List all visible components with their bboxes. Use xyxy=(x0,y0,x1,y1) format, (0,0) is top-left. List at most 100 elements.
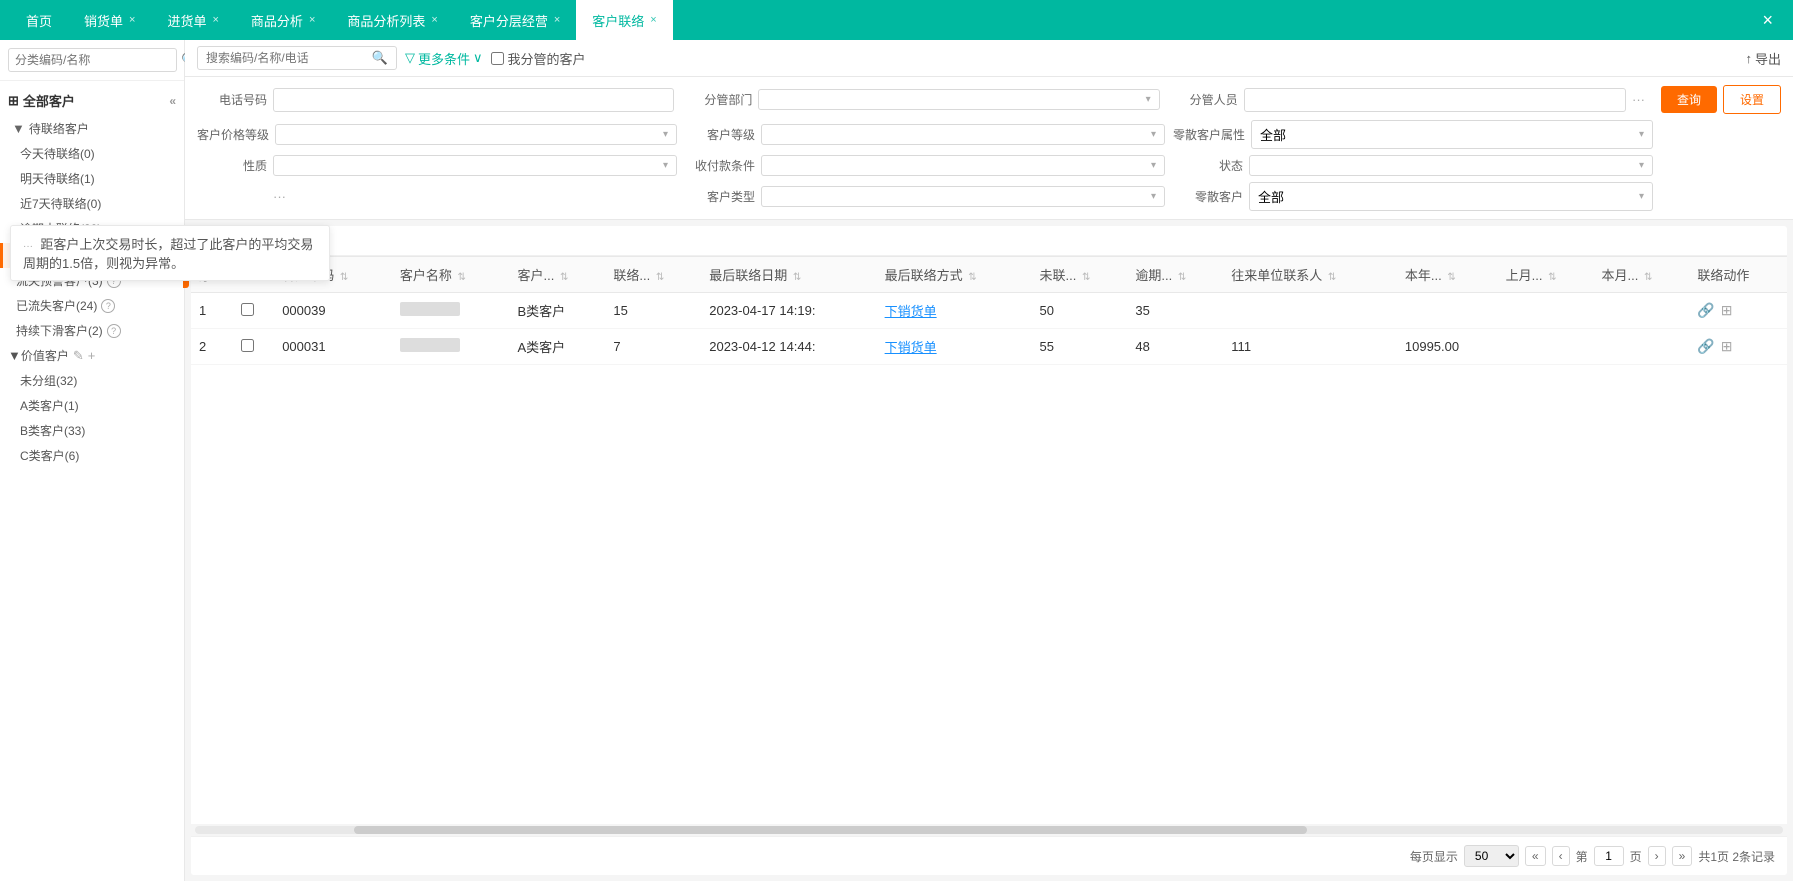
add-icon[interactable]: + xyxy=(88,348,96,363)
col-name[interactable]: 客户名称 ⇅ xyxy=(392,257,510,293)
grid-action-icon[interactable]: ⊞ xyxy=(1721,302,1733,319)
grade-field: 客户等级 ▾ xyxy=(685,124,1165,145)
manager-field: 分管人员 ··· xyxy=(1168,88,1645,112)
first-page-button[interactable]: « xyxy=(1525,846,1546,866)
more-dots[interactable]: ··· xyxy=(273,189,677,204)
search-icon[interactable]: 🔍 xyxy=(372,50,388,66)
customer-type-label: 客户类型 xyxy=(685,188,755,205)
filter-row-1: 电话号码 分管部门 ▾ 分管人员 ··· 查询 设置 xyxy=(197,85,1781,114)
sidebar-group-pending-header[interactable]: ▼ 待联络客户 xyxy=(0,116,184,141)
settings-button[interactable]: 设置 xyxy=(1723,85,1781,114)
nav-customer-contact[interactable]: 客户联络 × xyxy=(576,0,672,40)
last-page-button[interactable]: » xyxy=(1672,846,1693,866)
scatter-customer-select[interactable]: 全部▾ xyxy=(1249,182,1653,211)
col-last-month[interactable]: 上月... ⇅ xyxy=(1498,257,1594,293)
grade-select[interactable]: ▾ xyxy=(761,124,1165,145)
my-customer-checkbox[interactable] xyxy=(491,52,504,65)
sidebar-item-class-b[interactable]: B类客户(33) xyxy=(0,418,184,443)
search-input[interactable] xyxy=(206,51,372,65)
status-select[interactable]: ▾ xyxy=(1249,155,1653,176)
sort-icon: ⇅ xyxy=(1082,272,1090,283)
sidebar-item-lost-customers[interactable]: 已流失客户(24) ? xyxy=(0,293,184,318)
row-checkbox[interactable] xyxy=(241,339,254,352)
nav-product-list[interactable]: 商品分析列表 × xyxy=(331,0,453,40)
advanced-filter: 电话号码 分管部门 ▾ 分管人员 ··· 查询 设置 xyxy=(185,77,1793,220)
window-close-button[interactable]: × xyxy=(1752,10,1783,31)
col-type[interactable]: 客户... ⇅ xyxy=(509,257,605,293)
col-contact[interactable]: 联络... ⇅ xyxy=(605,257,701,293)
nav-home[interactable]: 首页 xyxy=(10,0,68,40)
sidebar-item-today[interactable]: 今天待联络(0) xyxy=(0,141,184,166)
grid-action-icon[interactable]: ⊞ xyxy=(1721,338,1733,355)
phone-input[interactable] xyxy=(273,88,674,112)
method-link[interactable]: 下销货单 xyxy=(885,304,937,319)
manager-dots[interactable]: ··· xyxy=(1632,92,1645,107)
nav-purchase[interactable]: 进货单 × xyxy=(151,0,234,40)
close-icon[interactable]: × xyxy=(129,14,135,26)
sidebar-value-customers-header[interactable]: ▼ 价值客户 ✎ + xyxy=(0,343,184,368)
close-icon[interactable]: × xyxy=(431,14,437,26)
manager-input[interactable] xyxy=(1244,88,1626,112)
status-field: 状态 ▾ xyxy=(1173,155,1653,176)
nav-product-analysis[interactable]: 商品分析 × xyxy=(235,0,331,40)
payment-select[interactable]: ▾ xyxy=(761,155,1165,176)
price-grade-select[interactable]: ▾ xyxy=(275,124,677,145)
prev-page-button[interactable]: ‹ xyxy=(1552,846,1570,866)
close-icon[interactable]: × xyxy=(212,14,218,26)
col-this-year[interactable]: 本年... ⇅ xyxy=(1397,257,1498,293)
info-icon[interactable]: ? xyxy=(101,299,115,313)
search-wrap: 🔍 xyxy=(197,46,397,70)
scatter-customer-label: 零散客户 xyxy=(1173,188,1243,205)
sidebar-item-tomorrow[interactable]: 明天待联络(1) xyxy=(0,166,184,191)
col-last-method[interactable]: 最后联络方式 ⇅ xyxy=(877,257,1032,293)
nav-sales[interactable]: 销货单 × xyxy=(68,0,151,40)
nature-select[interactable]: ▾ xyxy=(273,155,677,176)
method-link[interactable]: 下销货单 xyxy=(885,340,937,355)
sidebar-item-declining[interactable]: 持续下滑客户(2) ? xyxy=(0,318,184,343)
more-conditions-label: 更多条件 xyxy=(418,49,470,68)
col-this-month[interactable]: 本月... ⇅ xyxy=(1593,257,1689,293)
sidebar-item-ungrouped[interactable]: 未分组(32) xyxy=(0,368,184,393)
row-checkbox[interactable] xyxy=(241,303,254,316)
close-icon[interactable]: × xyxy=(650,14,656,26)
sidebar-collapse-icon[interactable]: « xyxy=(169,94,176,108)
table-scroll-area[interactable]: 序 客户编码 ⇅ 客户名称 ⇅ 客户... ⇅ 联络... ⇅ 最后联络日期 ⇅… xyxy=(191,256,1787,824)
all-customers-label: 全部客户 xyxy=(23,91,75,110)
edit-icon[interactable]: ✎ xyxy=(73,348,84,364)
cell-this-month xyxy=(1593,329,1689,365)
more-conditions-button[interactable]: ▽ 更多条件 ∨ xyxy=(405,49,483,68)
manager-label: 分管人员 xyxy=(1168,91,1238,108)
horizontal-scrollbar[interactable] xyxy=(191,824,1787,836)
sidebar-item-7days[interactable]: 近7天待联络(0) xyxy=(0,191,184,216)
link-action-icon[interactable]: 🔗 xyxy=(1697,338,1714,355)
col-unit-contact[interactable]: 往来单位联系人 ⇅ xyxy=(1223,257,1397,293)
sidebar-search-input[interactable] xyxy=(8,48,177,72)
col-actions: 联络动作 xyxy=(1689,257,1787,293)
sidebar-tree: ⊞ 全部客户 « ▼ 待联络客户 今天待联络(0) 明天待联络(1) 近7天待联… xyxy=(0,81,184,881)
chevron-icon: ▾ xyxy=(663,129,668,140)
cell-type: B类客户 xyxy=(509,293,605,329)
customer-type-select[interactable]: ▾ xyxy=(761,186,1165,207)
close-icon[interactable]: × xyxy=(554,14,560,26)
dept-select[interactable]: ▾ xyxy=(758,89,1159,110)
sidebar-item-class-a[interactable]: A类客户(1) xyxy=(0,393,184,418)
export-button[interactable]: ↑ 导出 xyxy=(1745,49,1781,68)
expand-icon: ▼ xyxy=(8,348,21,363)
nav-customer-tier[interactable]: 客户分层经营 × xyxy=(454,0,576,40)
cell-last-date: 2023-04-12 14:44: xyxy=(701,329,876,365)
query-button[interactable]: 查询 xyxy=(1661,86,1717,113)
next-page-button[interactable]: › xyxy=(1648,846,1666,866)
sidebar: 🔍 ⊞ 全部客户 « ▼ 待联络客户 今天待联络(0) 明天待联络(1) 近7天… xyxy=(0,40,185,881)
link-action-icon[interactable]: 🔗 xyxy=(1697,302,1714,319)
info-icon[interactable]: ? xyxy=(107,324,121,338)
page-number-input[interactable] xyxy=(1594,846,1624,866)
sidebar-item-class-c[interactable]: C类客户(6) xyxy=(0,443,184,468)
col-last-date[interactable]: 最后联络日期 ⇅ xyxy=(701,257,876,293)
col-uncontacted[interactable]: 未联... ⇅ xyxy=(1032,257,1128,293)
close-icon[interactable]: × xyxy=(309,14,315,26)
col-overdue[interactable]: 逾期... ⇅ xyxy=(1127,257,1223,293)
cell-name xyxy=(392,329,510,365)
scatter-attr-select[interactable]: 全部▾ xyxy=(1251,120,1653,149)
sidebar-all-customers[interactable]: ⊞ 全部客户 « xyxy=(0,87,184,114)
page-size-select[interactable]: 50 100 200 xyxy=(1464,845,1519,867)
